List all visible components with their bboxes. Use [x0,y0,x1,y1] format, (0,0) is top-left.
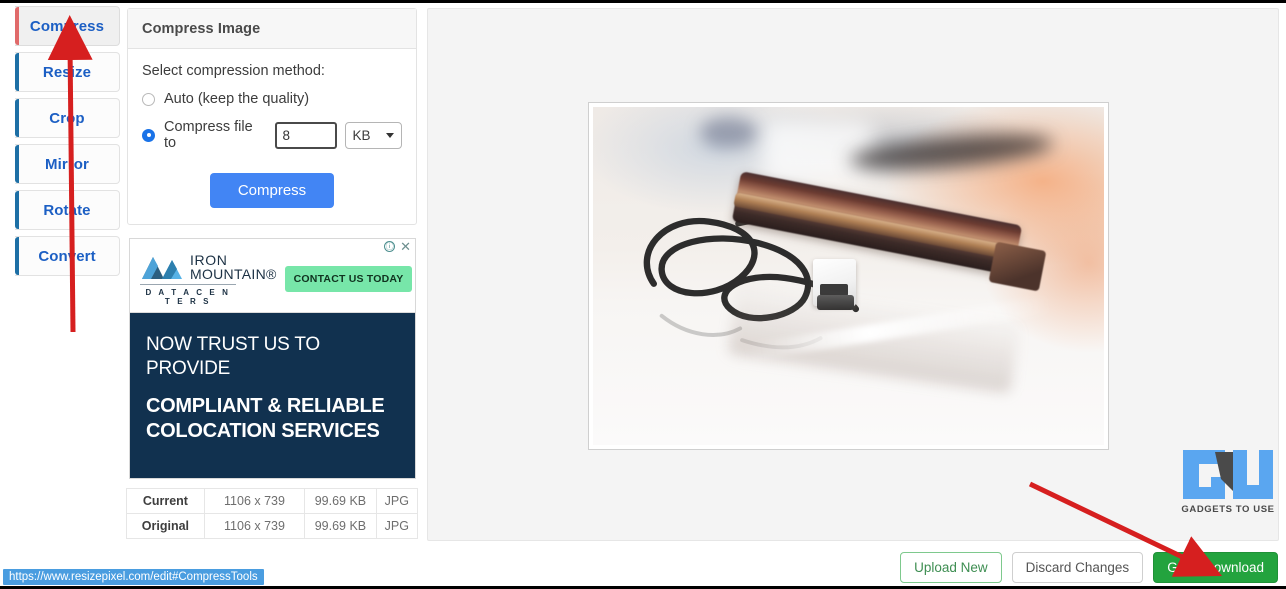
compress-action-row: Compress [142,163,402,224]
sidebar-item-crop[interactable]: Crop [15,98,120,138]
sidebar-item-label: Mirror [45,155,89,173]
table-row: Original 1106 x 739 99.69 KB JPG [126,513,419,539]
row-filesize: 99.69 KB [304,488,377,514]
unit-select-value: KB [352,127,371,143]
ad-body: NOW TRUST US TO PROVIDE COMPLIANT & RELI… [130,313,415,478]
editor-action-bar: Upload New Discard Changes Go to Downloa… [900,552,1278,583]
go-to-download-button[interactable]: Go to Download [1153,552,1278,583]
option-auto-label: Auto (keep the quality) [164,91,310,107]
ad-headline-bold-2: COLOCATION SERVICES [146,419,380,442]
radio-compress-file-to[interactable] [142,128,155,142]
advertisement[interactable]: ⓘ ✕ IRON MOUNTAIN® D A T A C E N T E R S… [129,238,416,479]
image-info-table: Current 1106 x 739 99.69 KB JPG Original… [126,488,419,539]
image-preview-frame[interactable] [588,102,1109,450]
sidebar-item-convert[interactable]: Convert [15,236,120,276]
option-filesize-label: Compress file to [164,119,253,151]
row-label: Current [126,488,205,514]
upload-new-button[interactable]: Upload New [900,552,1002,583]
ad-brand-line2: MOUNTAIN® [190,266,277,282]
row-label: Original [126,513,205,539]
ad-cta-button[interactable]: CONTACT US TODAY [284,265,413,292]
row-filesize: 99.69 KB [304,513,377,539]
preview-photo [593,107,1104,445]
ad-controls: ⓘ ✕ [384,240,411,253]
ad-brand-bar: IRON MOUNTAIN® D A T A C E N T E R S CON… [130,245,415,313]
table-row: Current 1106 x 739 99.69 KB JPG [126,488,419,514]
ad-info-icon[interactable]: ⓘ [384,241,396,252]
sidebar-item-label: Rotate [43,201,91,219]
target-size-input[interactable] [274,121,337,149]
unit-select[interactable]: KB [344,121,402,149]
sidebar-item-label: Compress [29,17,105,35]
option-filesize-row[interactable]: Compress file to KB [142,119,402,151]
watermark-logo: GADGETS TO USE [1181,447,1281,525]
page-top-border [0,0,1286,3]
sidebar-item-label: Resize [42,63,92,81]
ad-logo: IRON MOUNTAIN® D A T A C E N T E R S [140,251,277,306]
option-auto-row[interactable]: Auto (keep the quality) [142,91,402,107]
discard-changes-button[interactable]: Discard Changes [1011,552,1144,583]
chevron-down-icon [386,132,394,138]
resizepixel-editor-page: Compress Resize Crop Mirror Rotate Conve… [0,0,1286,589]
sidebar-item-mirror[interactable]: Mirror [15,144,120,184]
panel-body: Select compression method: Auto (keep th… [128,49,416,224]
sidebar-item-resize[interactable]: Resize [15,52,120,92]
ad-close-icon[interactable]: ✕ [400,240,411,253]
ad-brand-line3: D A T A C E N T E R S [140,284,236,306]
ad-controls-row: ⓘ ✕ [130,239,415,253]
tool-sidebar: Compress Resize Crop Mirror Rotate Conve… [15,6,120,282]
row-format: JPG [375,488,419,514]
mountain-logo-icon [140,251,184,281]
gadgets-to-use-icon [1181,447,1275,502]
sidebar-item-label: Convert [38,247,96,265]
compress-button[interactable]: Compress [209,173,335,208]
panel-title: Compress Image [128,9,416,49]
radio-auto[interactable] [142,92,155,106]
browser-status-bar-url: https://www.resizepixel.com/edit#Compres… [3,569,264,585]
row-format: JPG [375,513,419,539]
sidebar-item-rotate[interactable]: Rotate [15,190,120,230]
ad-brand-line1: IRON [190,252,228,268]
row-dimensions: 1106 x 739 [203,488,306,514]
row-dimensions: 1106 x 739 [203,513,306,539]
ad-headline-bold-1: COMPLIANT & RELIABLE [146,394,385,417]
image-preview-panel [427,8,1279,541]
watermark-text: GADGETS TO USE [1181,504,1275,515]
sidebar-item-compress[interactable]: Compress [15,6,120,46]
compress-tool-panel: Compress Image Select compression method… [127,8,417,225]
ad-headline-light: NOW TRUST US TO PROVIDE [146,334,321,380]
sidebar-item-label: Crop [49,109,85,127]
compression-method-label: Select compression method: [142,63,325,79]
